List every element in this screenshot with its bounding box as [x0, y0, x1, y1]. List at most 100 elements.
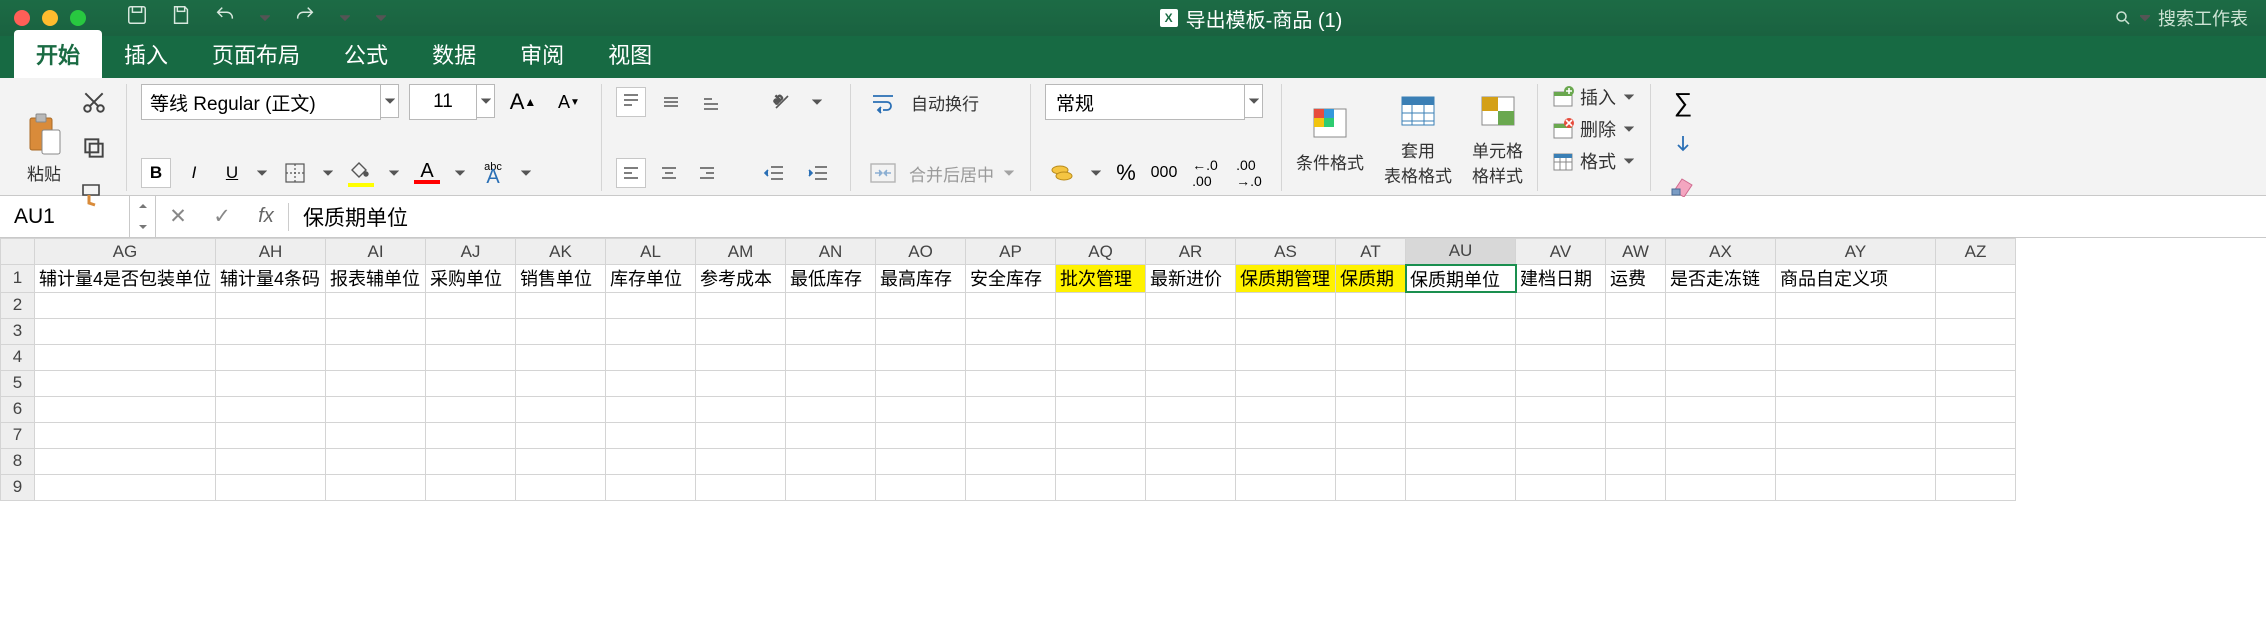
cell-AU5[interactable] [1406, 370, 1516, 396]
decrease-decimal-button[interactable]: .00→.0 [1231, 155, 1267, 191]
cell-AJ4[interactable] [426, 344, 516, 370]
cell-AJ7[interactable] [426, 422, 516, 448]
fill-color-dropdown[interactable] [387, 168, 401, 178]
align-middle-button[interactable] [656, 87, 686, 117]
redo-dropdown[interactable] [338, 13, 352, 23]
cell-AY6[interactable] [1776, 396, 1936, 422]
cell-AY3[interactable] [1776, 318, 1936, 344]
bold-button[interactable]: B [141, 158, 171, 188]
cell-AX6[interactable] [1666, 396, 1776, 422]
name-box[interactable]: AU1 [0, 196, 130, 238]
font-name-selector[interactable]: 等线 Regular (正文) [141, 84, 381, 120]
percent-button[interactable]: % [1111, 158, 1141, 188]
autosave-icon[interactable] [126, 4, 148, 32]
cell-AV4[interactable] [1516, 344, 1606, 370]
cell-AL6[interactable] [606, 396, 696, 422]
cell-AN1[interactable]: 最低库存 [786, 265, 876, 293]
cell-AH4[interactable] [216, 344, 326, 370]
decrease-indent-button[interactable] [756, 155, 792, 191]
cell-AU9[interactable] [1406, 474, 1516, 500]
cell-AZ6[interactable] [1936, 396, 2016, 422]
row-header-9[interactable]: 9 [1, 474, 35, 500]
cell-AK7[interactable] [516, 422, 606, 448]
ribbon-tab-0[interactable]: 开始 [14, 30, 102, 78]
cell-AZ2[interactable] [1936, 292, 2016, 318]
cell-AT4[interactable] [1336, 344, 1406, 370]
cell-AI2[interactable] [326, 292, 426, 318]
number-format-selector[interactable]: 常规 [1045, 84, 1245, 120]
cell-AK4[interactable] [516, 344, 606, 370]
cell-AU1[interactable]: 保质期单位 [1406, 265, 1516, 293]
ribbon-tab-1[interactable]: 插入 [102, 30, 190, 78]
cell-AH3[interactable] [216, 318, 326, 344]
cell-AM4[interactable] [696, 344, 786, 370]
cell-AG7[interactable] [35, 422, 216, 448]
cell-AR2[interactable] [1146, 292, 1236, 318]
orientation-dropdown[interactable] [810, 97, 824, 107]
autosum-button[interactable]: ∑ [1665, 84, 1701, 120]
cell-AX5[interactable] [1666, 370, 1776, 396]
cell-AI6[interactable] [326, 396, 426, 422]
cell-AN2[interactable] [786, 292, 876, 318]
row-header-8[interactable]: 8 [1, 448, 35, 474]
cell-AJ5[interactable] [426, 370, 516, 396]
cell-AL9[interactable] [606, 474, 696, 500]
increase-indent-button[interactable] [800, 155, 836, 191]
ribbon-tab-3[interactable]: 公式 [322, 30, 410, 78]
cell-AH2[interactable] [216, 292, 326, 318]
cell-AU8[interactable] [1406, 448, 1516, 474]
column-header-AJ[interactable]: AJ [426, 239, 516, 265]
underline-button[interactable]: U [217, 158, 247, 188]
align-center-button[interactable] [654, 158, 684, 188]
cell-AP9[interactable] [966, 474, 1056, 500]
column-header-AW[interactable]: AW [1606, 239, 1666, 265]
cell-AS1[interactable]: 保质期管理 [1236, 265, 1336, 293]
column-header-AY[interactable]: AY [1776, 239, 1936, 265]
cell-AI4[interactable] [326, 344, 426, 370]
cell-AI9[interactable] [326, 474, 426, 500]
cell-AV2[interactable] [1516, 292, 1606, 318]
cell-AM1[interactable]: 参考成本 [696, 265, 786, 293]
cell-AH6[interactable] [216, 396, 326, 422]
cell-AR4[interactable] [1146, 344, 1236, 370]
cell-AK3[interactable] [516, 318, 606, 344]
font-size-dropdown[interactable] [477, 84, 495, 118]
cell-AP7[interactable] [966, 422, 1056, 448]
insert-cells-button[interactable]: 插入 [1552, 84, 1636, 110]
number-format-dropdown[interactable] [1245, 84, 1263, 118]
column-header-AQ[interactable]: AQ [1056, 239, 1146, 265]
align-bottom-button[interactable] [696, 87, 726, 117]
column-header-AS[interactable]: AS [1236, 239, 1336, 265]
cell-AT9[interactable] [1336, 474, 1406, 500]
cell-AK8[interactable] [516, 448, 606, 474]
italic-button[interactable]: I [179, 158, 209, 188]
cell-AJ8[interactable] [426, 448, 516, 474]
cell-AX9[interactable] [1666, 474, 1776, 500]
column-header-AZ[interactable]: AZ [1936, 239, 2016, 265]
cell-AL7[interactable] [606, 422, 696, 448]
cell-AW9[interactable] [1606, 474, 1666, 500]
ribbon-tab-4[interactable]: 数据 [410, 30, 498, 78]
cell-AU7[interactable] [1406, 422, 1516, 448]
cell-AY4[interactable] [1776, 344, 1936, 370]
cell-AV9[interactable] [1516, 474, 1606, 500]
cell-AH8[interactable] [216, 448, 326, 474]
cell-AH9[interactable] [216, 474, 326, 500]
column-header-AP[interactable]: AP [966, 239, 1056, 265]
cell-AY1[interactable]: 商品自定义项 [1776, 265, 1936, 293]
column-header-AK[interactable]: AK [516, 239, 606, 265]
cell-AG1[interactable]: 辅计量4是否包装单位 [35, 265, 216, 293]
cell-AS5[interactable] [1236, 370, 1336, 396]
cell-AR9[interactable] [1146, 474, 1236, 500]
cell-AO3[interactable] [876, 318, 966, 344]
cell-AX4[interactable] [1666, 344, 1776, 370]
cell-AZ9[interactable] [1936, 474, 2016, 500]
cell-AY8[interactable] [1776, 448, 1936, 474]
cell-AJ9[interactable] [426, 474, 516, 500]
cell-styles-button[interactable]: 单元格 格样式 [1472, 89, 1523, 187]
cell-AS2[interactable] [1236, 292, 1336, 318]
cell-AN6[interactable] [786, 396, 876, 422]
cell-AP8[interactable] [966, 448, 1056, 474]
column-header-AI[interactable]: AI [326, 239, 426, 265]
cell-AJ3[interactable] [426, 318, 516, 344]
